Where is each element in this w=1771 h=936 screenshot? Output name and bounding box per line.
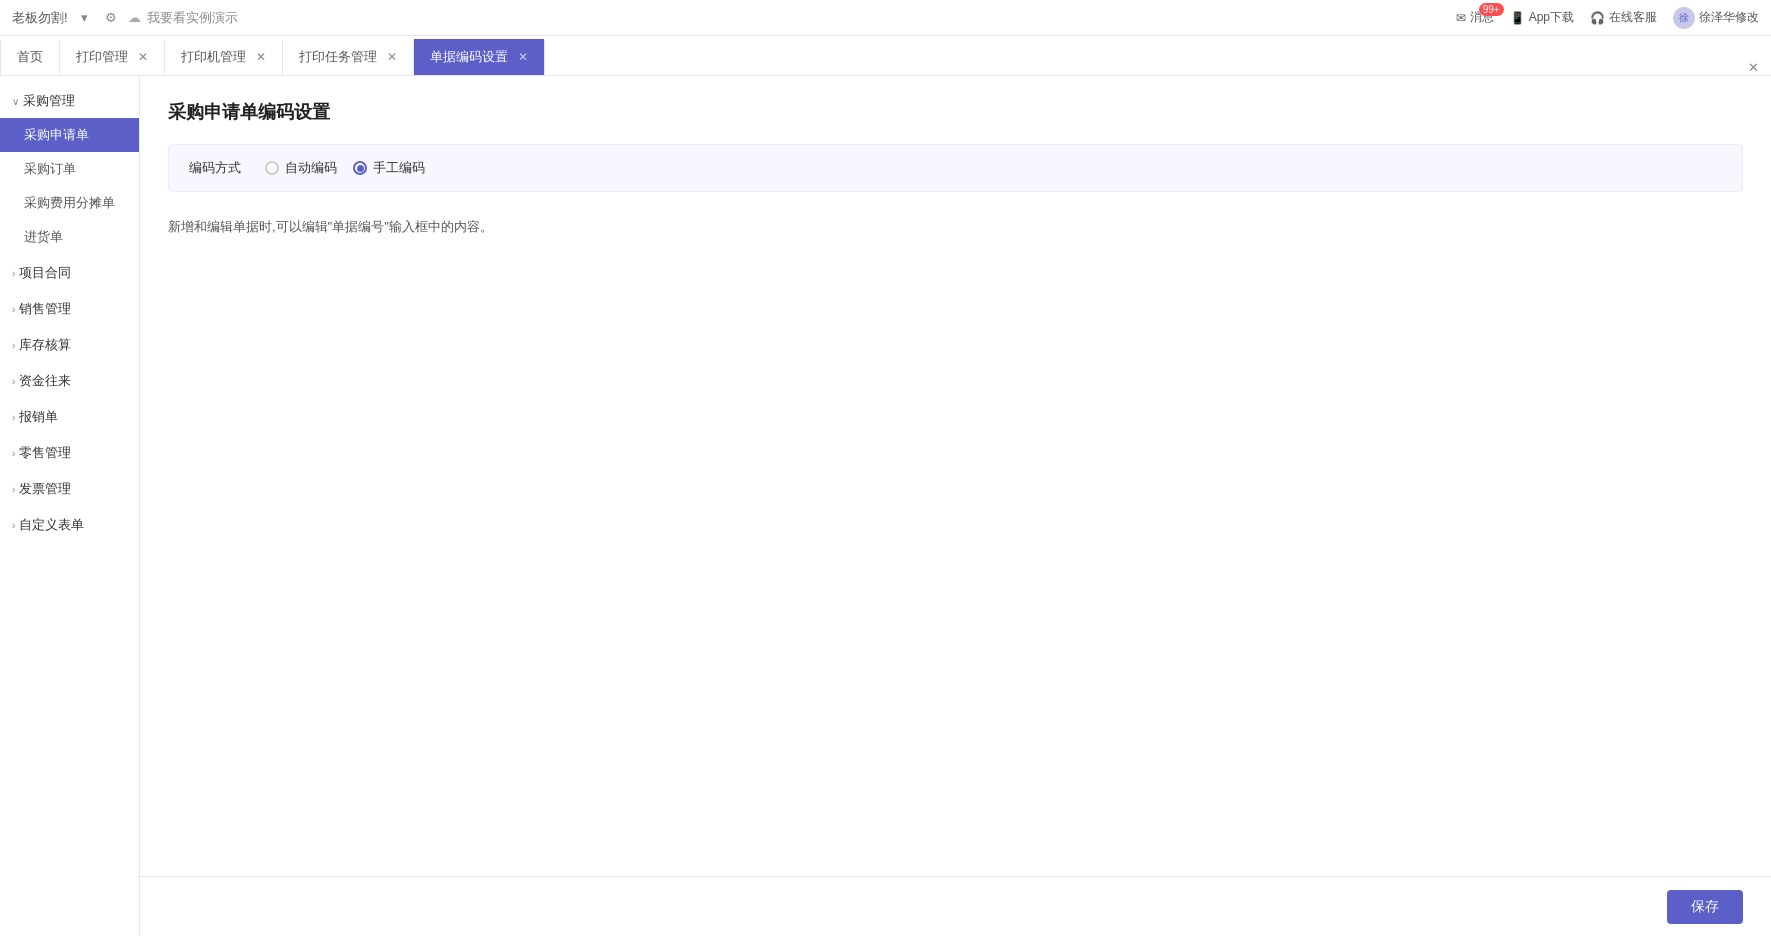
- settings-icon[interactable]: ⚙: [102, 9, 120, 27]
- online-service-icon: 🎧: [1590, 11, 1605, 25]
- sidebar-group-sales-mgmt: › 销售管理: [0, 292, 139, 326]
- top-bar-right: ✉ 消息 99+ 📱 App下载 🎧 在线客服 徐 徐泽华修改: [1456, 7, 1759, 29]
- radio-circle-manual[interactable]: [353, 161, 367, 175]
- message-button[interactable]: ✉ 消息 99+: [1456, 9, 1494, 26]
- sidebar-group-sales-mgmt-label: 销售管理: [19, 300, 71, 318]
- sidebar-group-retail-mgmt: › 零售管理: [0, 436, 139, 470]
- tab-home-label: 首页: [17, 48, 43, 66]
- radio-auto-encoding[interactable]: 自动编码: [265, 159, 337, 177]
- sidebar-item-purchase-request[interactable]: 采购申请单: [0, 118, 139, 152]
- top-bar: 老板勿割! ▾ ⚙ ☁ 我要看实例演示 ✉ 消息 99+ 📱 App下载 🎧 在…: [0, 0, 1771, 36]
- tab-single-code-setting-close[interactable]: ✕: [518, 50, 528, 64]
- avatar: 徐: [1673, 7, 1695, 29]
- sidebar-group-retail-mgmt-title[interactable]: › 零售管理: [0, 436, 139, 470]
- sidebar-group-invoice-mgmt: › 发票管理: [0, 472, 139, 506]
- sidebar-group-invoice-mgmt-label: 发票管理: [19, 480, 71, 498]
- content-footer: 保存: [140, 876, 1771, 936]
- sidebar-group-project-contract-title[interactable]: › 项目合同: [0, 256, 139, 290]
- sidebar-group-returns: › 报销单: [0, 400, 139, 434]
- app-download-label: App下载: [1529, 9, 1574, 26]
- tab-single-code-setting-label: 单据编码设置: [430, 48, 508, 66]
- tab-close-all[interactable]: ✕: [1736, 60, 1771, 75]
- encoding-settings-panel: 编码方式 自动编码 手工编码: [168, 144, 1743, 192]
- sidebar-group-returns-title[interactable]: › 报销单: [0, 400, 139, 434]
- radio-circle-auto[interactable]: [265, 161, 279, 175]
- chevron-right-icon-7: ›: [12, 484, 15, 495]
- sidebar-group-inventory-settlement-title[interactable]: › 库存核算: [0, 328, 139, 362]
- message-icon: ✉: [1456, 11, 1466, 25]
- sidebar-group-inventory-settlement-label: 库存核算: [19, 336, 71, 354]
- sidebar-group-project-contract: › 项目合同: [0, 256, 139, 290]
- page-title: 采购申请单编码设置: [168, 100, 1743, 124]
- tab-printer-mgmt-close[interactable]: ✕: [256, 50, 266, 64]
- encoding-row: 编码方式 自动编码 手工编码: [189, 159, 1722, 177]
- dropdown-icon[interactable]: ▾: [76, 9, 94, 27]
- app-download-button[interactable]: 📱 App下载: [1510, 9, 1574, 26]
- sidebar-item-inbound-label: 进货单: [24, 229, 63, 244]
- sidebar: ∨ 采购管理 采购申请单 采购订单 采购费用分摊单 进货单 › 项目合同: [0, 76, 140, 936]
- chevron-right-icon-4: ›: [12, 376, 15, 387]
- search-text[interactable]: 我要看实例演示: [147, 9, 238, 27]
- sidebar-group-sales-mgmt-title[interactable]: › 销售管理: [0, 292, 139, 326]
- sidebar-group-inventory-settlement: › 库存核算: [0, 328, 139, 362]
- tab-single-code-setting[interactable]: 单据编码设置 ✕: [414, 39, 545, 75]
- sidebar-group-retail-mgmt-label: 零售管理: [19, 444, 71, 462]
- tab-bar: 首页 打印管理 ✕ 打印机管理 ✕ 打印任务管理 ✕ 单据编码设置 ✕ ✕: [0, 36, 1771, 76]
- chevron-right-icon-8: ›: [12, 520, 15, 531]
- main-layout: ∨ 采购管理 采购申请单 采购订单 采购费用分摊单 进货单 › 项目合同: [0, 76, 1771, 936]
- sidebar-item-inbound[interactable]: 进货单: [0, 220, 139, 254]
- sidebar-group-returns-label: 报销单: [19, 408, 58, 426]
- sidebar-group-invoice-mgmt-title[interactable]: › 发票管理: [0, 472, 139, 506]
- message-badge: 99+: [1479, 3, 1504, 16]
- sidebar-group-custom-forms: › 自定义表单: [0, 508, 139, 542]
- online-service-label: 在线客服: [1609, 9, 1657, 26]
- radio-auto-label: 自动编码: [285, 159, 337, 177]
- cloud-icon: ☁: [128, 10, 141, 25]
- chevron-right-icon-6: ›: [12, 448, 15, 459]
- tab-home[interactable]: 首页: [0, 39, 60, 75]
- brand-text: 老板勿割!: [12, 9, 68, 27]
- sidebar-item-purchase-order-label: 采购订单: [24, 161, 76, 176]
- app-download-icon: 📱: [1510, 11, 1525, 25]
- sidebar-group-purchase-mgmt: ∨ 采购管理 采购申请单 采购订单 采购费用分摊单 进货单: [0, 84, 139, 254]
- tab-print-task-mgmt[interactable]: 打印任务管理 ✕: [283, 39, 414, 75]
- top-search[interactable]: ☁ 我要看实例演示: [128, 9, 238, 27]
- encoding-label: 编码方式: [189, 159, 249, 177]
- tab-print-mgmt[interactable]: 打印管理 ✕: [60, 39, 165, 75]
- tab-print-mgmt-label: 打印管理: [76, 48, 128, 66]
- tab-print-task-mgmt-close[interactable]: ✕: [387, 50, 397, 64]
- top-bar-left: 老板勿割! ▾ ⚙ ☁ 我要看实例演示: [12, 9, 238, 27]
- sidebar-item-purchase-order[interactable]: 采购订单: [0, 152, 139, 186]
- sidebar-group-purchase-mgmt-title[interactable]: ∨ 采购管理: [0, 84, 139, 118]
- chevron-right-icon-3: ›: [12, 340, 15, 351]
- radio-manual-encoding[interactable]: 手工编码: [353, 159, 425, 177]
- sidebar-item-purchase-request-label: 采购申请单: [24, 127, 89, 142]
- tab-print-task-mgmt-label: 打印任务管理: [299, 48, 377, 66]
- sidebar-group-project-contract-label: 项目合同: [19, 264, 71, 282]
- chevron-right-icon-2: ›: [12, 304, 15, 315]
- chevron-right-icon: ›: [12, 268, 15, 279]
- tab-printer-mgmt[interactable]: 打印机管理 ✕: [165, 39, 283, 75]
- sidebar-item-purchase-expense-label: 采购费用分摊单: [24, 195, 115, 210]
- content-area: 采购申请单编码设置 编码方式 自动编码 手工编码 新增和编辑单据时,可以编辑"单…: [140, 76, 1771, 936]
- user-info[interactable]: 徐 徐泽华修改: [1673, 7, 1759, 29]
- sidebar-group-purchase-mgmt-label: 采购管理: [23, 92, 75, 110]
- online-service-button[interactable]: 🎧 在线客服: [1590, 9, 1657, 26]
- user-name: 徐泽华修改: [1699, 9, 1759, 26]
- chevron-down-icon: ∨: [12, 96, 19, 107]
- tab-printer-mgmt-label: 打印机管理: [181, 48, 246, 66]
- tab-print-mgmt-close[interactable]: ✕: [138, 50, 148, 64]
- hint-text: 新增和编辑单据时,可以编辑"单据编号"输入框中的内容。: [168, 218, 1743, 236]
- sidebar-group-capital-flow-label: 资金往来: [19, 372, 71, 390]
- sidebar-group-capital-flow: › 资金往来: [0, 364, 139, 398]
- save-button[interactable]: 保存: [1667, 890, 1743, 924]
- chevron-right-icon-5: ›: [12, 412, 15, 423]
- sidebar-group-custom-forms-title[interactable]: › 自定义表单: [0, 508, 139, 542]
- sidebar-group-custom-forms-label: 自定义表单: [19, 516, 84, 534]
- sidebar-group-capital-flow-title[interactable]: › 资金往来: [0, 364, 139, 398]
- radio-manual-label: 手工编码: [373, 159, 425, 177]
- sidebar-item-purchase-expense[interactable]: 采购费用分摊单: [0, 186, 139, 220]
